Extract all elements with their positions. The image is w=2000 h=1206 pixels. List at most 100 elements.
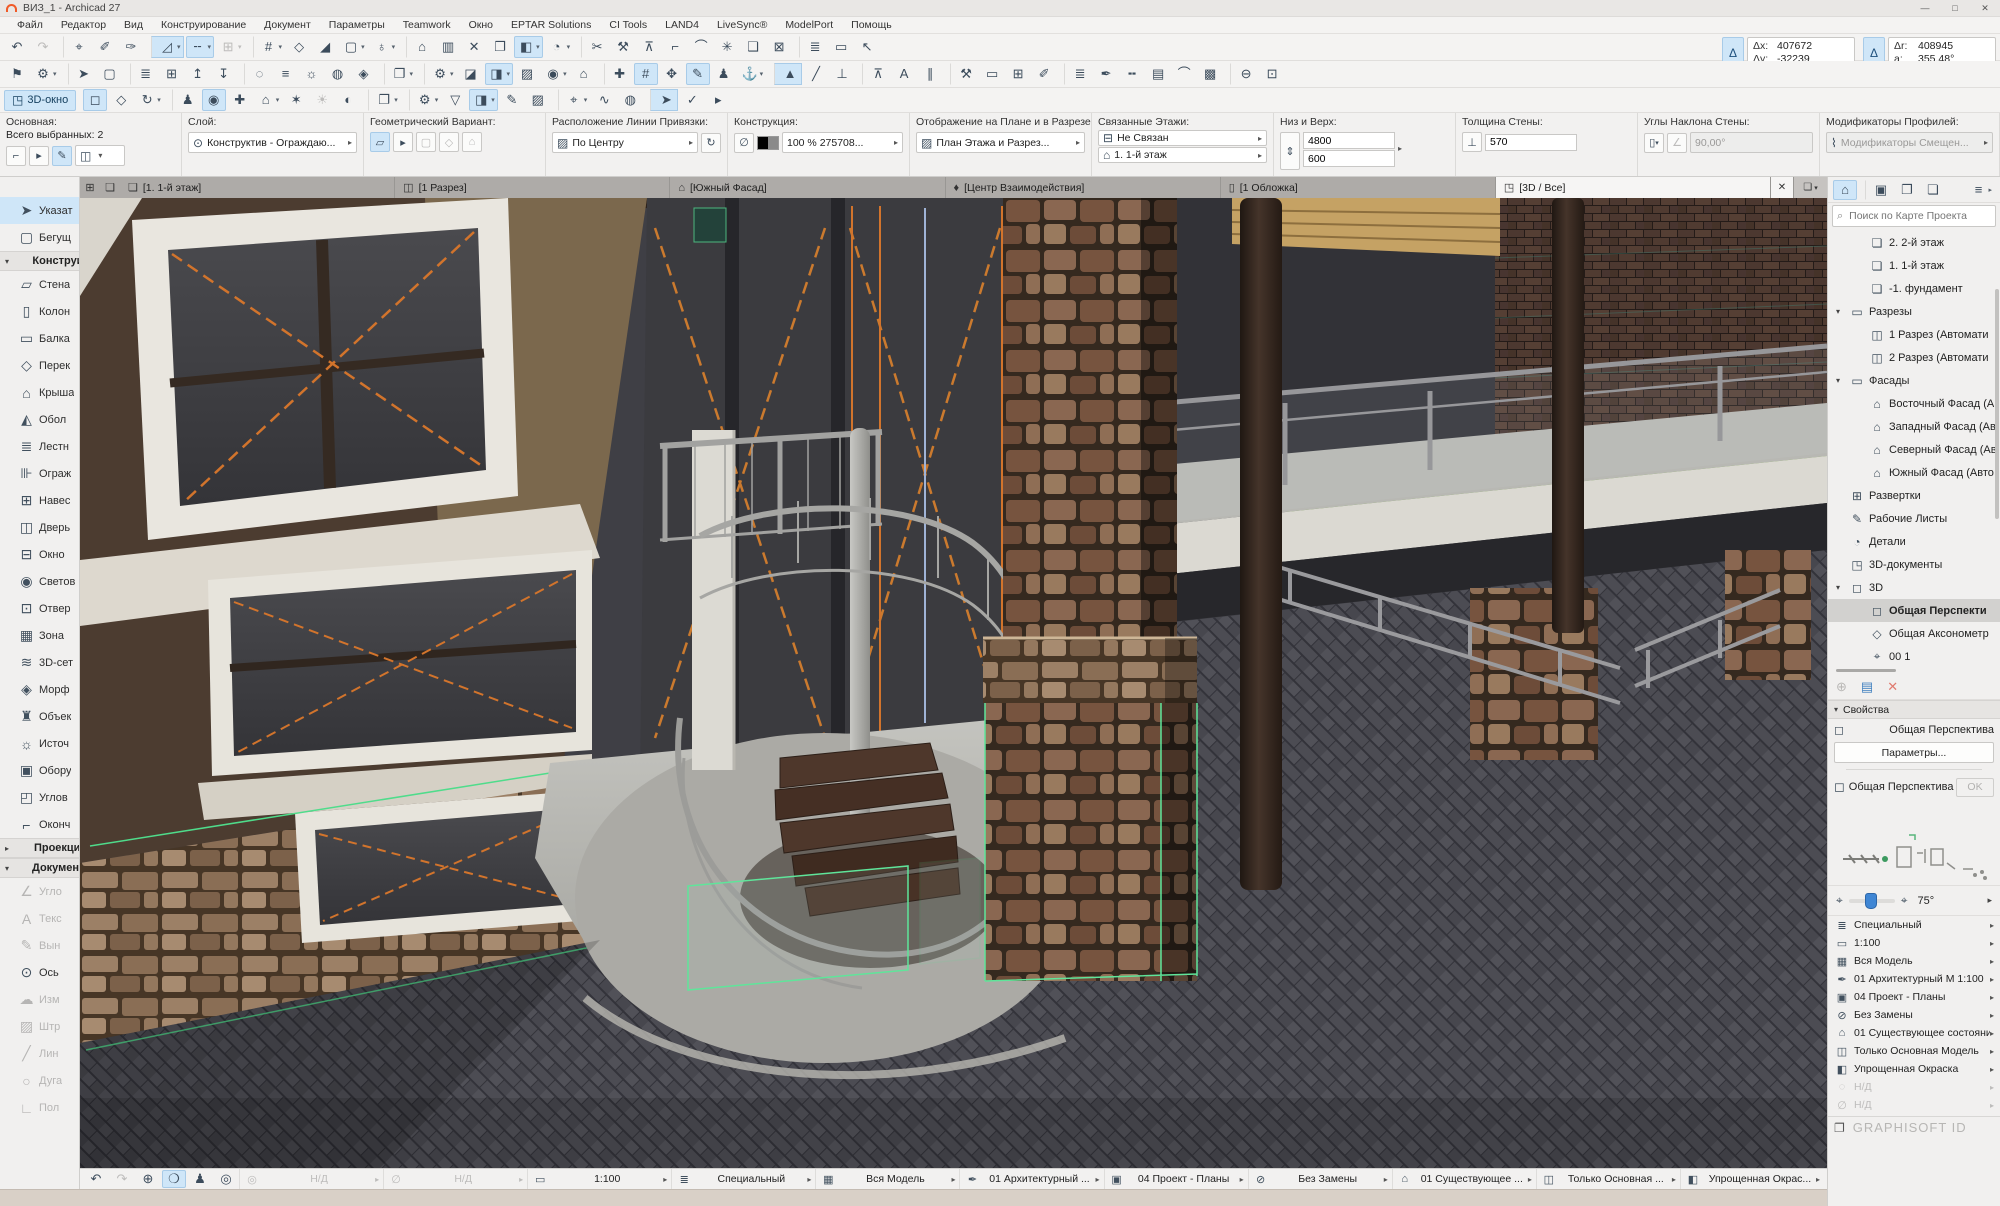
add-view-icon[interactable]: ⊕	[1836, 679, 1847, 695]
split-icon[interactable]: ✂ ▾	[581, 36, 609, 58]
perpendicular-icon[interactable]: ⊥ ▾	[830, 63, 854, 85]
elevate-icon[interactable]: ⊼ ▾	[637, 36, 661, 58]
tab-list-menu[interactable]: ❏ ▾	[1793, 177, 1827, 198]
tree-item[interactable]: ❏ 2. 2-й этаж	[1828, 231, 2000, 254]
dimension-prefs-icon[interactable]: ▥ ▾	[436, 36, 460, 58]
diagonal-line-icon[interactable]: ╱ ▾	[804, 63, 828, 85]
stretch-icon[interactable]: ✕ ▾	[462, 36, 486, 58]
quick-option-dropdown[interactable]: ▦ Вся Модель ▸	[815, 1168, 959, 1190]
tool-arrow[interactable]: ➤ Указат	[0, 197, 79, 224]
spotlight-icon[interactable]: ☼ ▾	[300, 63, 324, 85]
render-icon[interactable]: ◍ ▾	[618, 89, 642, 111]
tool-corner-window[interactable]: ◰ Углов	[0, 784, 79, 811]
menu-item[interactable]: EPTAR Solutions	[502, 17, 600, 34]
walk-mode-icon[interactable]: ♟ ▾	[171, 89, 200, 111]
material-swatch[interactable]	[757, 135, 779, 150]
fillet-icon[interactable]: ⌒ ▾	[689, 36, 713, 58]
tool-beam[interactable]: ▭ Балка	[0, 325, 79, 352]
project-map-icon[interactable]: ⌂	[1833, 179, 1857, 200]
measure-icon[interactable]: ◿ ▾	[151, 36, 184, 58]
line-type-icon[interactable]: ╍ ▾	[1120, 63, 1144, 85]
group-icon[interactable]: ❑ ▾	[741, 36, 765, 58]
snap-frame-icon[interactable]: ▢ ▾	[339, 36, 368, 58]
project-map-search[interactable]: ⌕	[1832, 205, 1996, 227]
quick-layers-icon[interactable]: ≣ ▾	[799, 36, 827, 58]
tool-mesh[interactable]: ≋ 3D-сет	[0, 649, 79, 676]
linked-story-dropdown[interactable]: ⊟ Не Связан ▸	[1098, 130, 1267, 146]
tripod-icon[interactable]: ✶ ▾	[284, 89, 308, 111]
perspective-icon[interactable]: ◻ ▾	[83, 89, 108, 111]
feedback-bubble-icon[interactable]: ❍	[162, 1170, 186, 1188]
tool-roof[interactable]: ⌂ Крыша	[0, 379, 79, 406]
menu-item[interactable]: Редактор	[52, 17, 115, 34]
person-view-icon[interactable]: ♟ ▾	[712, 63, 736, 85]
view-settings-icon[interactable]: ⚙ ▾	[408, 89, 442, 111]
quick-option-dropdown[interactable]: ◫ Только Основная ... ▸	[1535, 1168, 1680, 1190]
pipette-icon[interactable]: ✐ ▾	[1032, 63, 1056, 85]
guide-lines-icon[interactable]: ╌ ▾	[185, 36, 215, 58]
element-type-dropdown[interactable]: ◫ ▾	[75, 145, 125, 166]
home-story-icon[interactable]: ⌂ ▾	[572, 63, 596, 85]
snap-reference-icon[interactable]: ♁ ▾	[370, 36, 399, 58]
parallel-icon[interactable]: ∥ ▾	[918, 63, 942, 85]
menu-item[interactable]: Teamwork	[394, 17, 460, 34]
pickup-parameters-icon[interactable]: ✐ ▾	[93, 36, 117, 58]
tool-wall-end[interactable]: ⌐ Оконч	[0, 811, 79, 838]
menu-item[interactable]: LAND4	[656, 17, 708, 34]
tool-marquee[interactable]: ▢ Бегущ	[0, 224, 79, 251]
quick-option-row[interactable]: ∅ Н/Д ▸	[1828, 1096, 2000, 1114]
circle-method-icon[interactable]: ◌ ▾	[243, 63, 272, 85]
close-tab-icon[interactable]: ✕	[1771, 177, 1793, 198]
cutaway-3d-icon[interactable]: ◧ ▾	[514, 36, 543, 58]
ok-button[interactable]: OK	[1956, 777, 1994, 797]
flythrough-icon[interactable]: ∿ ▾	[592, 89, 616, 111]
quick-option-dropdown[interactable]: ⌂ 01 Существующее ... ▸	[1391, 1168, 1536, 1190]
flip-refline-icon[interactable]: ↻	[701, 132, 721, 153]
inject-parameters-icon[interactable]: ✑ ▾	[119, 36, 143, 58]
gravity-snap-icon[interactable]: ◇ ▾	[287, 36, 311, 58]
transfer-settings-icon[interactable]: ⚙ ▾	[424, 63, 457, 85]
corner-icon[interactable]: ⌐ ▾	[663, 36, 687, 58]
story-up-icon[interactable]: ↥ ▾	[186, 63, 210, 85]
menu-item[interactable]: CI Tools	[600, 17, 656, 34]
geometry-arrow-icon[interactable]: ▸	[393, 132, 413, 152]
fit-view-icon[interactable]: ⊡ ▾	[1260, 63, 1284, 85]
move-icon[interactable]: ✥ ▾	[660, 63, 684, 85]
quick-option-dropdown[interactable]: ✒ 01 Архитектурный ... ▸	[959, 1168, 1103, 1190]
tree-item[interactable]: ❏ 1. 1-й этаж	[1828, 254, 2000, 277]
marquee-ops-icon[interactable]: ❐ ▾	[488, 36, 512, 58]
geometry-roof-icon[interactable]: ⌂	[462, 132, 482, 152]
favorites-icon[interactable]: ⚑ ▾	[5, 63, 29, 85]
zoom-options-icon[interactable]: ◎	[214, 1170, 238, 1188]
tool-window[interactable]: ⊟ Окно	[0, 541, 79, 568]
hammer-icon[interactable]: ⚒ ▾	[950, 63, 978, 85]
menu-item[interactable]: Окно	[460, 17, 502, 34]
profile-modifiers-dropdown[interactable]: ⌇ Модификаторы Смещен... ▸	[1826, 132, 1993, 153]
edge-snap-icon[interactable]: ◢ ▾	[313, 36, 337, 58]
close-button[interactable]: ✕	[1970, 0, 2000, 17]
tree-item[interactable]: ◳ 3D-документы	[1828, 553, 2000, 576]
tool-polyline[interactable]: ∟ Пол	[0, 1094, 79, 1121]
maximize-button[interactable]: □	[1940, 0, 1970, 17]
tool-line[interactable]: ╱ Лин	[0, 1040, 79, 1067]
look-around-icon[interactable]: ◉ ▾	[201, 89, 226, 111]
composite-icon[interactable]: ▤ ▾	[1146, 63, 1170, 85]
building-material-icon[interactable]: ▩ ▾	[1198, 63, 1222, 85]
story-down-icon[interactable]: ↧ ▾	[212, 63, 236, 85]
anchor-icon[interactable]: ⚓ ▾	[738, 63, 767, 85]
explore-icon[interactable]: ✚ ▾	[228, 89, 252, 111]
3d-viewport[interactable]	[80, 198, 1827, 1168]
sun-icon[interactable]: ☀ ▾	[310, 89, 334, 111]
profile-icon[interactable]: ⌒ ▾	[1172, 63, 1196, 85]
view-forward-icon[interactable]: ↷	[110, 1170, 134, 1188]
copy-parameters-icon[interactable]: ❐ ▾	[383, 63, 417, 85]
protection-icon[interactable]: ◈ ▾	[352, 63, 376, 85]
quick-option-dropdown[interactable]: ◎ Н/Д ▸	[239, 1168, 383, 1190]
view-tab[interactable]: ❏ [1. 1-й этаж]	[120, 177, 396, 198]
search-input[interactable]	[1847, 209, 1991, 223]
new-tab-icon[interactable]: ❏	[100, 177, 120, 198]
menu-item[interactable]: LiveSync®	[708, 17, 776, 34]
eraser-icon[interactable]: ◪ ▾	[459, 63, 483, 85]
dr-value[interactable]: 408945	[1918, 40, 1953, 52]
view-tab[interactable]: ▯ [1 Обложка]	[1221, 177, 1496, 198]
